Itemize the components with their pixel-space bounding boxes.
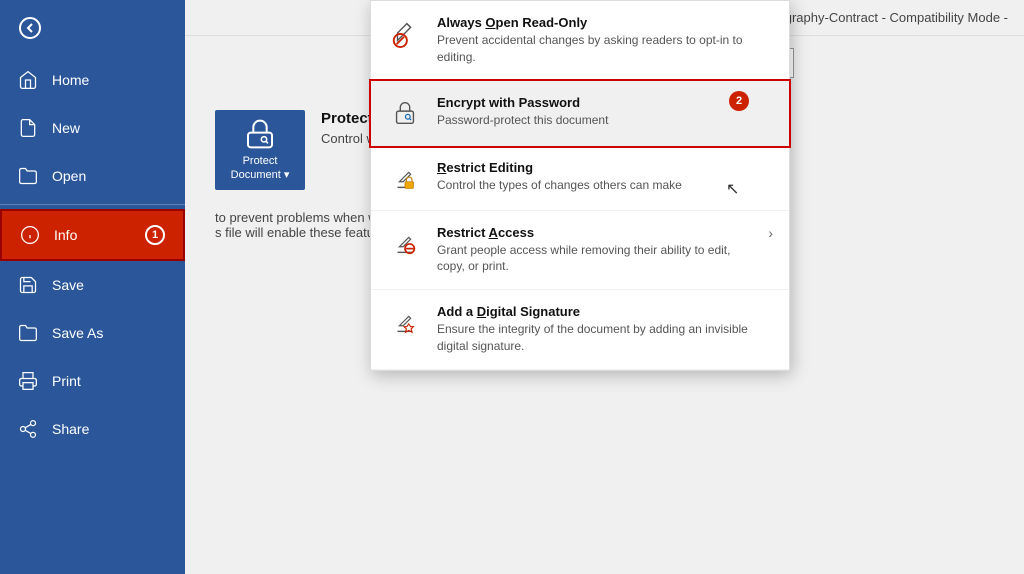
- restrict-access-title: Restrict Access: [437, 225, 754, 240]
- info-badge: 1: [145, 225, 165, 245]
- dropdown-item-digital-sig[interactable]: Add a Digital Signature Ensure the integ…: [371, 290, 789, 370]
- restrict-access-desc: Grant people access while removing their…: [437, 242, 754, 276]
- dropdown-item-encrypt[interactable]: Encrypt with Password Password-protect t…: [371, 81, 789, 146]
- sidebar-label-print: Print: [52, 373, 81, 389]
- sidebar-label-home: Home: [52, 72, 89, 88]
- sidebar-item-open[interactable]: Open: [0, 152, 185, 200]
- sidebar: Home New Open Info 1 Save: [0, 0, 185, 574]
- sidebar-item-home[interactable]: Home: [0, 56, 185, 104]
- sidebar-label-new: New: [52, 120, 80, 136]
- encrypt-badge: 2: [729, 91, 749, 111]
- protect-document-button[interactable]: ProtectDocument ▾: [215, 110, 305, 190]
- sidebar-item-share[interactable]: Share: [0, 405, 185, 453]
- main-content: Wedding-Photography-Contract - Compatibi…: [185, 0, 1024, 574]
- lock-search-icon: [244, 118, 276, 150]
- restrict-editing-text: Restrict Editing Control the types of ch…: [437, 160, 773, 194]
- sidebar-label-share: Share: [52, 421, 89, 437]
- sidebar-item-info[interactable]: Info 1: [0, 209, 185, 261]
- dropdown-item-read-only[interactable]: Always Open Read-Only Prevent accidental…: [371, 1, 789, 81]
- dropdown-item-restrict-editing[interactable]: Restrict Editing Control the types of ch…: [371, 146, 789, 211]
- sidebar-item-save-as[interactable]: Save As: [0, 309, 185, 357]
- sidebar-label-info: Info: [54, 227, 77, 243]
- new-icon: [18, 118, 38, 138]
- sidebar-label-save-as: Save As: [52, 325, 103, 341]
- sidebar-item-new[interactable]: New: [0, 104, 185, 152]
- dropdown-item-restrict-access[interactable]: Restrict Access Grant people access whil…: [371, 211, 789, 291]
- home-icon: [18, 70, 38, 90]
- sidebar-label-save: Save: [52, 277, 84, 293]
- back-button[interactable]: [0, 0, 185, 56]
- read-only-icon: [387, 15, 423, 51]
- restrict-access-arrow: ›: [768, 225, 773, 241]
- encrypt-title: Encrypt with Password: [437, 95, 773, 110]
- restrict-access-text: Restrict Access Grant people access whil…: [437, 225, 754, 276]
- protect-document-label: ProtectDocument ▾: [231, 154, 290, 183]
- restrict-editing-title: Restrict Editing: [437, 160, 773, 175]
- restrict-access-icon: [387, 225, 423, 261]
- encrypt-desc: Password-protect this document: [437, 112, 773, 129]
- sidebar-item-print[interactable]: Print: [0, 357, 185, 405]
- save-icon: [18, 275, 38, 295]
- share-icon: [18, 419, 38, 439]
- info-icon: [20, 225, 40, 245]
- encrypt-icon: [387, 95, 423, 131]
- digital-sig-title: Add a Digital Signature: [437, 304, 773, 319]
- read-only-text: Always Open Read-Only Prevent accidental…: [437, 15, 773, 66]
- digital-sig-desc: Ensure the integrity of the document by …: [437, 321, 773, 355]
- encrypt-text: Encrypt with Password Password-protect t…: [437, 95, 773, 129]
- read-only-desc: Prevent accidental changes by asking rea…: [437, 32, 773, 66]
- print-icon: [18, 371, 38, 391]
- read-only-title: Always Open Read-Only: [437, 15, 773, 30]
- digital-signature-icon: [387, 304, 423, 340]
- save-as-icon: [18, 323, 38, 343]
- protect-dropdown-menu: Always Open Read-Only Prevent accidental…: [370, 0, 790, 371]
- digital-sig-text: Add a Digital Signature Ensure the integ…: [437, 304, 773, 355]
- sidebar-label-open: Open: [52, 168, 86, 184]
- sidebar-item-save[interactable]: Save: [0, 261, 185, 309]
- open-icon: [18, 166, 38, 186]
- restrict-editing-icon: [387, 160, 423, 196]
- restrict-editing-desc: Control the types of changes others can …: [437, 177, 773, 194]
- sidebar-divider: [0, 204, 185, 205]
